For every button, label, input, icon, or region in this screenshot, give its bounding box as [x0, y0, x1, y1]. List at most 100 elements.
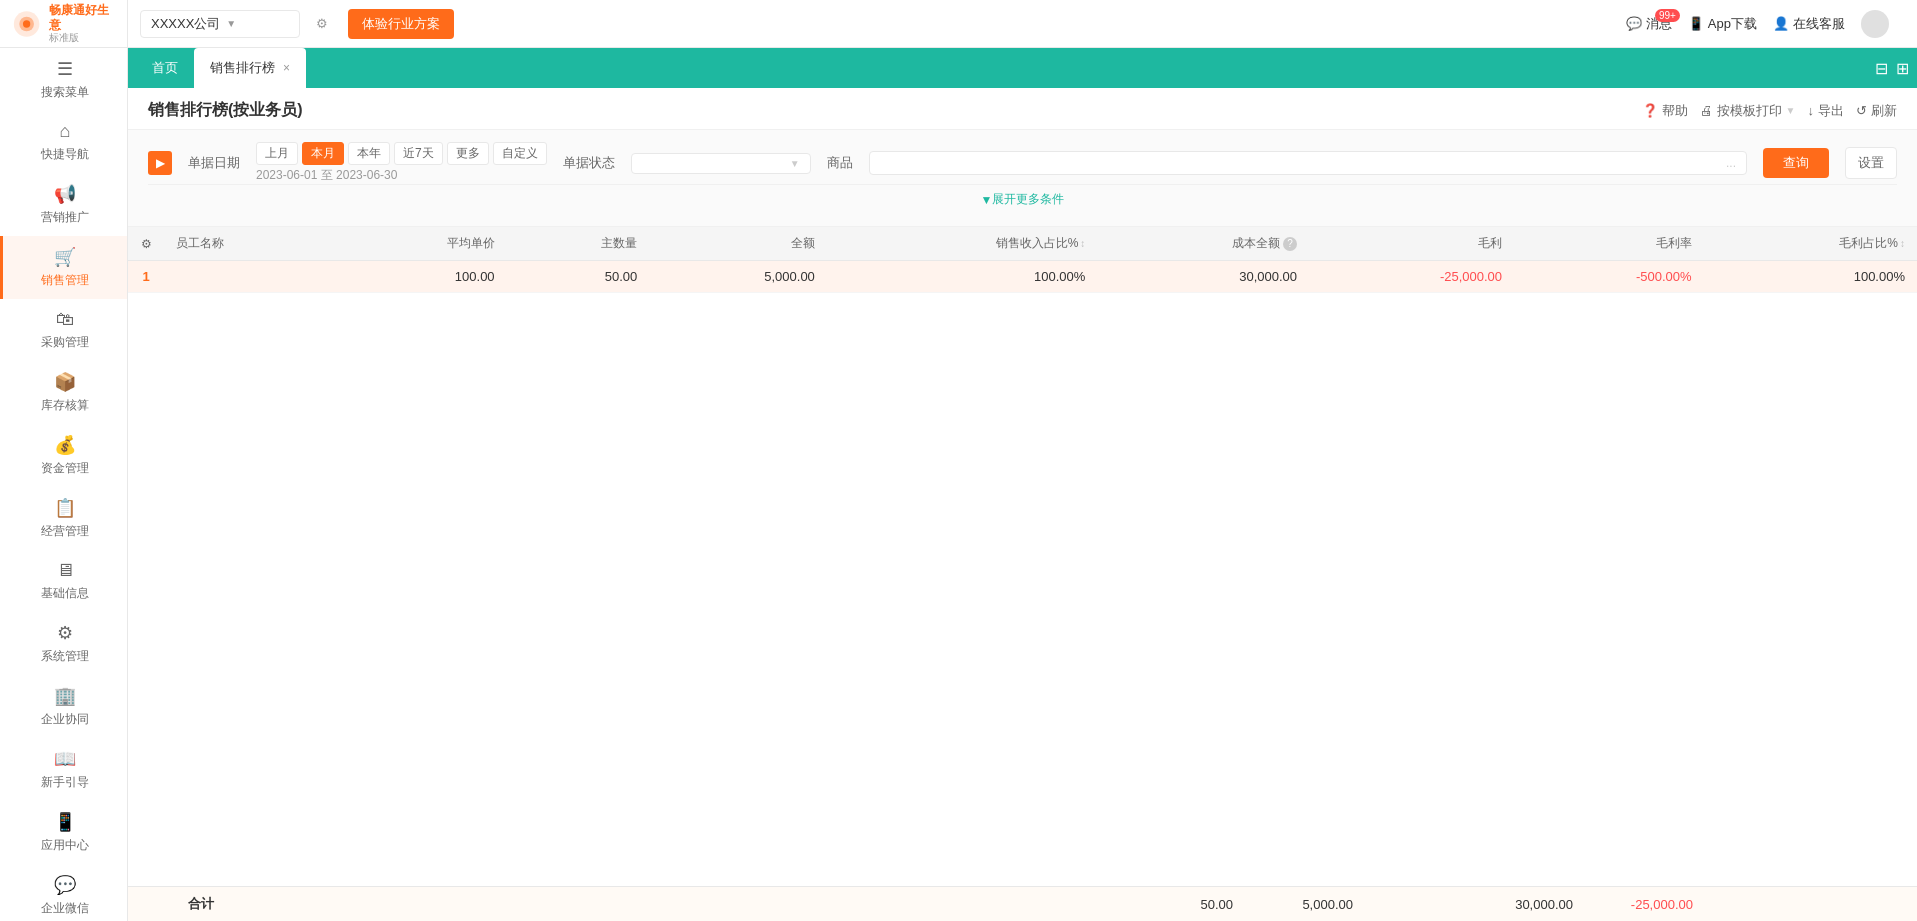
wechat-icon: 💬 — [54, 874, 76, 896]
date-filter-label: 单据日期 — [188, 154, 240, 172]
tab-home[interactable]: 首页 — [136, 48, 194, 88]
purchase-icon: 🛍 — [56, 309, 74, 330]
goods-select[interactable]: ... — [869, 151, 1747, 175]
sidebar-item-guide[interactable]: 📖 新手引导 — [0, 738, 127, 801]
col-qty: 主数量 — [507, 227, 650, 261]
sales-icon: 🛒 — [54, 246, 76, 268]
export-icon: ↓ — [1808, 103, 1815, 118]
sidebar-item-marketing[interactable]: 📢 营销推广 — [0, 173, 127, 236]
guide-icon: 📖 — [54, 748, 76, 770]
basic-icon: 🖥 — [56, 560, 74, 581]
chevron-down-icon: ▼ — [226, 18, 236, 29]
sidebar: ☰ 搜索菜单 ⌂ 快捷导航 📢 营销推广 🛒 销售管理 🛍 采购管理 📦 库存核… — [0, 48, 128, 921]
home-icon: ⌂ — [60, 121, 71, 142]
expand-more-button[interactable]: ▼ 展开更多条件 — [148, 184, 1897, 214]
ranking-table: ⚙ 员工名称 平均单价 主数量 全额 销售收入占比%↕ 成本全额? — [128, 227, 1917, 293]
footer-cost: 30,000.00 — [1465, 897, 1585, 912]
svg-point-2 — [23, 20, 30, 27]
date-btn-custom[interactable]: 自定义 — [493, 142, 547, 165]
footer-gross: -25,000.00 — [1585, 897, 1705, 912]
filter-toggle-icon: ▶ — [156, 156, 165, 170]
sidebar-item-wechat[interactable]: 💬 企业微信 — [0, 864, 127, 921]
message-badge: 99+ — [1655, 9, 1680, 22]
footer-total-label: 合计 — [176, 895, 256, 913]
help-label: 帮助 — [1662, 102, 1688, 120]
sidebar-item-label: 基础信息 — [41, 585, 89, 602]
sidebar-item-sales[interactable]: 🛒 销售管理 — [0, 236, 127, 299]
sidebar-item-label: 企业微信 — [41, 900, 89, 917]
date-btn-this-month[interactable]: 本月 — [302, 142, 344, 165]
col-sales-pct[interactable]: 销售收入占比%↕ — [827, 227, 1097, 261]
sidebar-item-operations[interactable]: 📋 经营管理 — [0, 487, 127, 550]
col-cost: 成本全额? — [1097, 227, 1309, 261]
enterprise-icon: 🏢 — [54, 685, 76, 707]
status-filter-label: 单据状态 — [563, 154, 615, 172]
sidebar-item-search[interactable]: ☰ 搜索菜单 — [0, 48, 127, 111]
app-download-button[interactable]: 📱 App下载 — [1688, 15, 1757, 33]
sidebar-item-quick[interactable]: ⌂ 快捷导航 — [0, 111, 127, 173]
sidebar-item-purchase[interactable]: 🛍 采购管理 — [0, 299, 127, 361]
col-gross: 毛利 — [1309, 227, 1514, 261]
cost-info-icon[interactable]: ? — [1283, 237, 1297, 251]
operations-icon: 📋 — [54, 497, 76, 519]
refresh-button[interactable]: ↺ 刷新 — [1856, 102, 1897, 120]
page-header: 销售排行榜(按业务员) ❓ 帮助 🖨 按模板打印 ▼ ↓ 导出 — [128, 88, 1917, 130]
finance-icon: 💰 — [54, 434, 76, 456]
avatar[interactable] — [1861, 10, 1889, 38]
col-gross-rate: 毛利率 — [1514, 227, 1704, 261]
sidebar-item-finance[interactable]: 💰 资金管理 — [0, 424, 127, 487]
cell-cost: 30,000.00 — [1097, 261, 1309, 293]
sidebar-item-label: 快捷导航 — [41, 146, 89, 163]
export-button[interactable]: ↓ 导出 — [1808, 102, 1845, 120]
sidebar-item-enterprise[interactable]: 🏢 企业协同 — [0, 675, 127, 738]
sidebar-item-apps[interactable]: 📱 应用中心 — [0, 801, 127, 864]
date-btn-this-year[interactable]: 本年 — [348, 142, 390, 165]
settings-icon[interactable]: ⚙ — [316, 16, 328, 31]
query-button[interactable]: 查询 — [1763, 148, 1829, 178]
tab-close-icon[interactable]: × — [283, 61, 290, 75]
cell-avg-price: 100.00 — [335, 261, 506, 293]
message-button[interactable]: 💬 消息 99+ — [1626, 15, 1672, 33]
sidebar-item-label: 营销推广 — [41, 209, 89, 226]
sidebar-item-inventory[interactable]: 📦 库存核算 — [0, 361, 127, 424]
cell-qty: 50.00 — [507, 261, 650, 293]
service-label: 在线客服 — [1793, 15, 1845, 33]
filter-toggle-button[interactable]: ▶ — [148, 151, 172, 175]
company-selector[interactable]: XXXXX公司 ▼ — [140, 10, 300, 38]
sidebar-item-label: 资金管理 — [41, 460, 89, 477]
cell-rank: 1 — [128, 261, 164, 293]
app-icon: 📱 — [1688, 16, 1704, 31]
filter-settings-button[interactable]: 设置 — [1845, 147, 1897, 179]
date-btn-7days[interactable]: 近7天 — [394, 142, 443, 165]
footer-qty: 50.00 — [1145, 897, 1245, 912]
status-select[interactable]: ▼ — [631, 153, 811, 174]
goods-filter-label: 商品 — [827, 154, 853, 172]
sales-pct-sort-icon: ↕ — [1080, 238, 1085, 249]
sidebar-item-label: 采购管理 — [41, 334, 89, 351]
filter-area: ▶ 单据日期 上月 本月 本年 近7天 更多 自定义 2023-06 — [128, 130, 1917, 227]
help-button[interactable]: ❓ 帮助 — [1642, 102, 1688, 120]
cell-gross: -25,000.00 — [1309, 261, 1514, 293]
print-button[interactable]: 🖨 按模板打印 ▼ — [1700, 102, 1796, 120]
tab-sales-ranking[interactable]: 销售排行榜 × — [194, 48, 306, 88]
online-service-button[interactable]: 👤 在线客服 — [1773, 15, 1845, 33]
export-label: 导出 — [1818, 102, 1844, 120]
col-gear[interactable]: ⚙ — [128, 227, 164, 261]
logo: 畅康通好生意 标准版 — [0, 0, 128, 48]
sidebar-item-basic[interactable]: 🖥 基础信息 — [0, 550, 127, 612]
sidebar-item-label: 系统管理 — [41, 648, 89, 665]
date-btn-last-month[interactable]: 上月 — [256, 142, 298, 165]
search-menu-icon: ☰ — [57, 58, 73, 80]
sidebar-item-label: 销售管理 — [41, 272, 89, 289]
sidebar-item-system[interactable]: ⚙ 系统管理 — [0, 612, 127, 675]
date-btn-more[interactable]: 更多 — [447, 142, 489, 165]
message-icon: 💬 — [1626, 16, 1642, 31]
cell-gross-pct: 100.00% — [1704, 261, 1917, 293]
expand-more-label: 展开更多条件 — [992, 191, 1064, 208]
gear-icon[interactable]: ⚙ — [141, 237, 152, 251]
col-gross-pct[interactable]: 毛利占比%↕ — [1704, 227, 1917, 261]
tab-expand-button[interactable]: ⊞ — [1896, 59, 1909, 78]
trial-button[interactable]: 体验行业方案 — [348, 9, 454, 39]
cell-gross-rate: -500.00% — [1514, 261, 1704, 293]
tab-minimize-button[interactable]: ⊟ — [1875, 59, 1888, 78]
